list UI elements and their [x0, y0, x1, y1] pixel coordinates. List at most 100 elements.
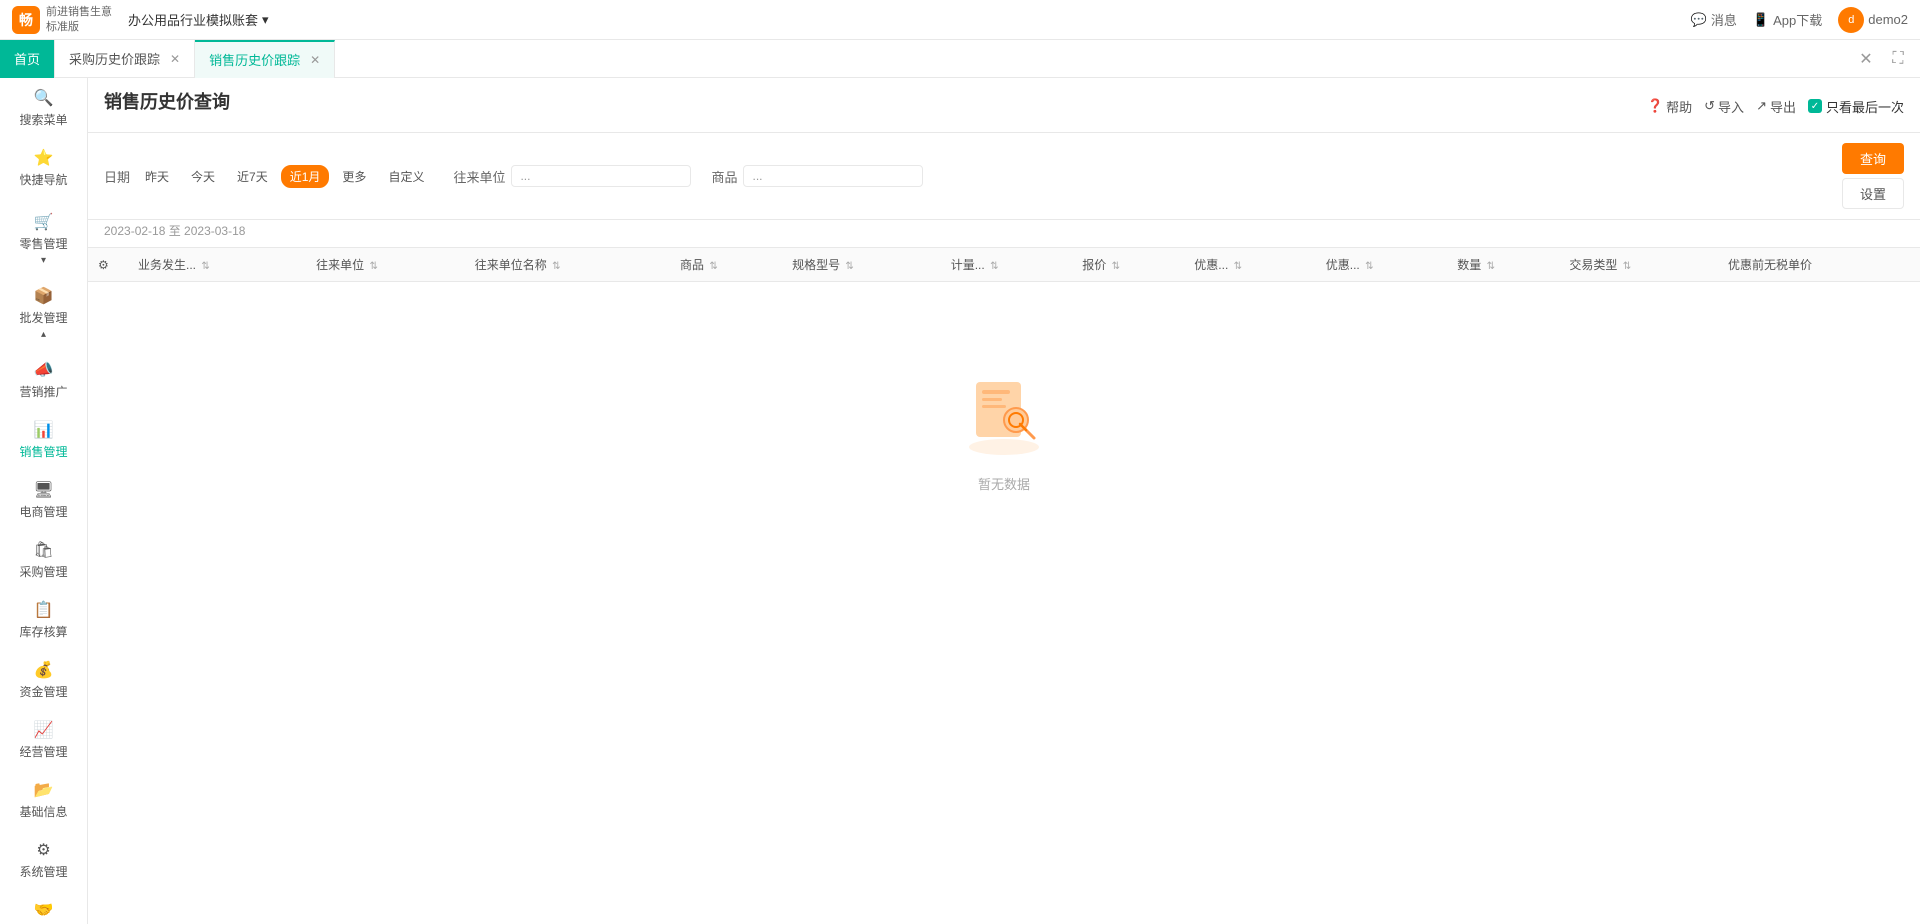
col-settings[interactable]: ⚙	[88, 248, 128, 282]
user-menu[interactable]: d demo2	[1838, 7, 1908, 33]
col-goods[interactable]: 商品 ⇅	[670, 248, 782, 282]
logo-text: 前进销售生意 标准版	[46, 5, 112, 34]
close-tab-btn[interactable]: ✕	[1854, 47, 1878, 71]
marketing-icon: 📣	[34, 360, 54, 380]
message-icon: 💬	[1691, 12, 1707, 28]
sidebar-item-basic-info[interactable]: 📂 基础信息	[0, 770, 87, 830]
star-icon: ⭐	[34, 148, 54, 168]
table-header: ⚙ 业务发生... ⇅ 往来单位 ⇅ 往来单位名称 ⇅	[88, 248, 1920, 282]
folder-icon: 📂	[34, 780, 54, 800]
tab-purchase-close[interactable]: ✕	[170, 52, 180, 66]
sort-icon-5: ⇅	[845, 261, 853, 272]
tab-home[interactable]: 首页	[0, 40, 55, 78]
chevron-down-icon: ▾	[262, 12, 269, 28]
query-button[interactable]: 查询	[1842, 143, 1904, 174]
sidebar-item-quick-nav[interactable]: ⭐ 快捷导航	[0, 138, 87, 198]
topbar-right: 💬 消息 📱 App下载 d demo2	[1691, 7, 1908, 33]
settings-icon[interactable]: ⚙	[98, 258, 109, 272]
tab-sales[interactable]: 销售历史价跟踪 ✕	[195, 40, 335, 78]
col-partner-code[interactable]: 往来单位 ⇅	[306, 248, 465, 282]
export-link[interactable]: ↗ 导出	[1756, 97, 1796, 116]
download-icon: 📱	[1753, 12, 1769, 28]
date-range-display: 2023-02-18 至 2023-03-18	[88, 220, 1920, 248]
page-title: 销售历史价查询	[104, 88, 230, 124]
col-discount1[interactable]: 优惠... ⇅	[1184, 248, 1315, 282]
filter-bar: 日期 昨天 今天 近7天 近1月 更多 自定义 往来单位 ... 商品	[88, 133, 1920, 220]
sidebar-item-enterprise[interactable]: 🤝 企业协同	[0, 890, 87, 924]
sidebar-item-finance[interactable]: 💰 资金管理	[0, 650, 87, 710]
date-filter: 日期 昨天 今天 近7天 近1月 更多 自定义	[104, 165, 433, 188]
sidebar-item-marketing[interactable]: 📣 营销推广	[0, 350, 87, 410]
empty-text: 暂无数据	[978, 474, 1030, 493]
sidebar-item-sales[interactable]: 📊 销售管理	[0, 410, 87, 470]
col-biz-date[interactable]: 业务发生... ⇅	[128, 248, 306, 282]
date-btn-yesterday[interactable]: 昨天	[136, 165, 178, 188]
chart-icon: 📊	[34, 420, 54, 440]
date-buttons: 昨天 今天 近7天 近1月 更多 自定义	[136, 165, 433, 188]
chevron-down-icon: ▾	[41, 255, 46, 266]
sidebar-item-ecommerce[interactable]: 🖥 电商管理	[0, 470, 87, 530]
col-spec[interactable]: 规格型号 ⇅	[782, 248, 941, 282]
goods-placeholder: ...	[752, 169, 914, 183]
sidebar-item-system[interactable]: ⚙ 系统管理	[0, 830, 87, 890]
cart-icon: 🛒	[34, 212, 54, 232]
help-icon: ❓	[1647, 98, 1663, 114]
col-pre-tax[interactable]: 优惠前无税单价	[1718, 248, 1920, 282]
sidebar-item-retail[interactable]: 🛒 零售管理 ▾	[0, 202, 87, 276]
sidebar-item-inventory[interactable]: 📋 库存核算	[0, 590, 87, 650]
goods-filter: 商品 ...	[711, 165, 923, 187]
sort-icon-3: ⇅	[552, 261, 560, 272]
sidebar-item-purchase[interactable]: 🛍 采购管理	[0, 530, 87, 590]
import-icon: ↺	[1704, 98, 1715, 114]
date-btn-7days[interactable]: 近7天	[228, 165, 277, 188]
header-actions: ❓ 帮助 ↺ 导入 ↗ 导出 ✓ 只看最后一次	[1647, 97, 1904, 116]
monitor-icon: 🖥	[33, 480, 53, 500]
import-link[interactable]: ↺ 导入	[1704, 97, 1744, 116]
gear-icon: ⚙	[36, 840, 50, 860]
tabbar: 首页 采购历史价跟踪 ✕ 销售历史价跟踪 ✕ ✕ ⛶	[0, 40, 1920, 78]
sort-icon-6: ⇅	[990, 261, 998, 272]
col-quantity[interactable]: 数量 ⇅	[1447, 248, 1559, 282]
empty-state: 暂无数据	[88, 282, 1920, 573]
topbar-left: 畅 前进销售生意 标准版 办公用品行业模拟账套 ▾	[12, 5, 277, 34]
help-link[interactable]: ❓ 帮助	[1647, 97, 1692, 116]
col-unit[interactable]: 计量... ⇅	[941, 248, 1072, 282]
partner-placeholder: ...	[520, 169, 682, 183]
sidebar-item-wholesale[interactable]: 📦 批发管理 ▴	[0, 276, 87, 350]
date-btn-1month[interactable]: 近1月	[281, 165, 330, 188]
content-area: 销售历史价查询 ❓ 帮助 ↺ 导入 ↗ 导出 ✓	[88, 78, 1920, 924]
tabbar-actions: ✕ ⛶	[1854, 47, 1920, 71]
topbar: 畅 前进销售生意 标准版 办公用品行业模拟账套 ▾ 💬 消息 📱 App下载 d…	[0, 0, 1920, 40]
graph-icon: 📈	[34, 720, 54, 740]
sort-icon: ⇅	[201, 261, 209, 272]
partner-input[interactable]: ...	[511, 165, 691, 187]
bag-icon: 🛍	[33, 540, 53, 560]
sidebar-item-search[interactable]: 🔍 搜索菜单	[0, 78, 87, 138]
sidebar-item-operations[interactable]: 📈 经营管理	[0, 710, 87, 770]
message-btn[interactable]: 💬 消息	[1691, 10, 1737, 29]
sidebar: 🔍 搜索菜单 ⭐ 快捷导航 🛒 零售管理 ▾ 📦 批发管理 ▴ 📣 营销推广 📊…	[0, 78, 88, 924]
app-download-btn[interactable]: 📱 App下载	[1753, 10, 1822, 29]
settings-button[interactable]: 设置	[1842, 178, 1904, 209]
app-selector[interactable]: 办公用品行业模拟账套 ▾	[120, 6, 277, 33]
checkbox-icon: ✓	[1808, 99, 1822, 113]
avatar: d	[1838, 7, 1864, 33]
col-discount2[interactable]: 优惠... ⇅	[1316, 248, 1447, 282]
date-btn-custom[interactable]: 自定义	[379, 165, 433, 188]
goods-input[interactable]: ...	[743, 165, 923, 187]
maximize-btn[interactable]: ⛶	[1886, 47, 1910, 71]
tab-purchase[interactable]: 采购历史价跟踪 ✕	[55, 40, 195, 78]
sort-icon-9: ⇅	[1365, 261, 1373, 272]
sort-icon-10: ⇅	[1487, 261, 1495, 272]
date-btn-more[interactable]: 更多	[333, 165, 375, 188]
logo-area: 畅 前进销售生意 标准版	[12, 5, 112, 34]
tab-sales-close[interactable]: ✕	[310, 53, 320, 67]
col-trade-type[interactable]: 交易类型 ⇅	[1559, 248, 1718, 282]
only-last-checkbox[interactable]: ✓ 只看最后一次	[1808, 97, 1904, 116]
handshake-icon: 🤝	[34, 900, 54, 920]
col-quote[interactable]: 报价 ⇅	[1072, 248, 1184, 282]
date-btn-today[interactable]: 今天	[182, 165, 224, 188]
col-partner-name[interactable]: 往来单位名称 ⇅	[465, 248, 670, 282]
chevron-up-icon: ▴	[41, 329, 46, 340]
sort-icon-8: ⇅	[1234, 261, 1242, 272]
